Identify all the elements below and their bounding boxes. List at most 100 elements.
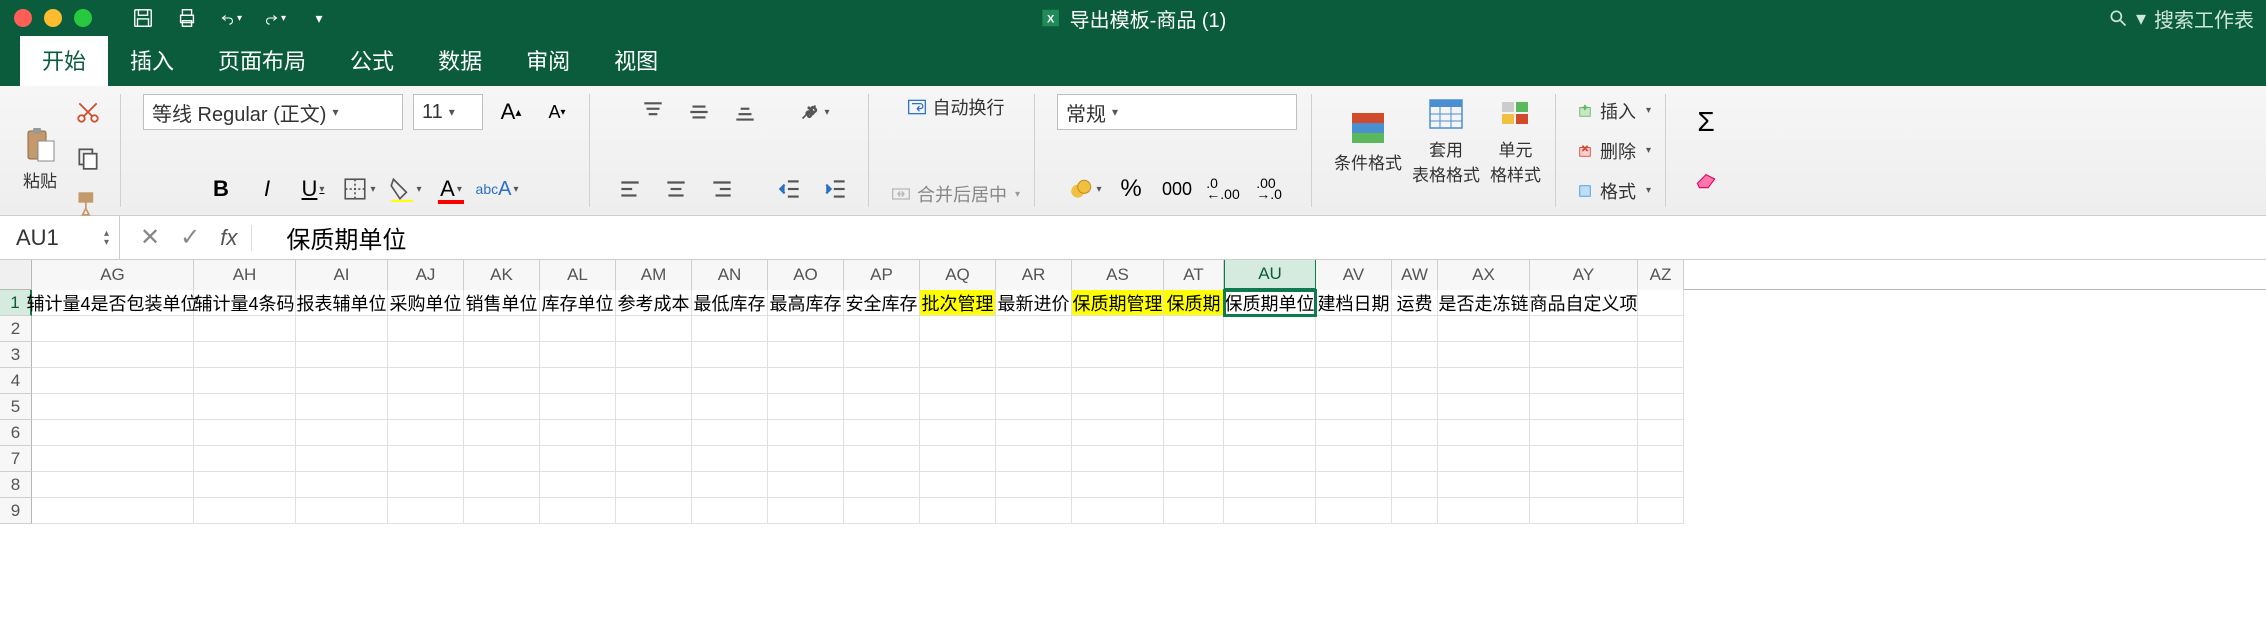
cell-AY5[interactable] bbox=[1530, 394, 1638, 420]
cell-AY6[interactable] bbox=[1530, 420, 1638, 446]
row-header-4[interactable]: 4 bbox=[0, 368, 32, 394]
column-header-AN[interactable]: AN bbox=[692, 260, 768, 290]
cell-AJ1[interactable]: 采购单位 bbox=[388, 290, 464, 316]
tab-开始[interactable]: 开始 bbox=[20, 34, 108, 86]
cell-AR1[interactable]: 最新进价 bbox=[996, 290, 1072, 316]
cell-AG3[interactable] bbox=[32, 342, 194, 368]
column-header-AU[interactable]: AU bbox=[1224, 260, 1316, 290]
align-center-icon[interactable] bbox=[658, 171, 694, 207]
column-header-AO[interactable]: AO bbox=[768, 260, 844, 290]
cell-AJ2[interactable] bbox=[388, 316, 464, 342]
clear-icon[interactable] bbox=[1688, 161, 1724, 197]
cell-AQ5[interactable] bbox=[920, 394, 996, 420]
cell-AV4[interactable] bbox=[1316, 368, 1392, 394]
percent-icon[interactable]: % bbox=[1113, 171, 1149, 207]
cell-AO6[interactable] bbox=[768, 420, 844, 446]
cell-AM1[interactable]: 参考成本 bbox=[616, 290, 692, 316]
cell-AY9[interactable] bbox=[1530, 498, 1638, 524]
cell-AS3[interactable] bbox=[1072, 342, 1164, 368]
cell-AZ3[interactable] bbox=[1638, 342, 1684, 368]
cell-AI7[interactable] bbox=[296, 446, 388, 472]
cell-AS6[interactable] bbox=[1072, 420, 1164, 446]
delete-cells-button[interactable]: 删除▾ bbox=[1578, 138, 1651, 164]
font-size-combo[interactable]: 11▾ bbox=[413, 94, 483, 130]
cut-icon[interactable] bbox=[70, 94, 106, 130]
column-header-AP[interactable]: AP bbox=[844, 260, 920, 290]
cell-AS1[interactable]: 保质期管理 bbox=[1072, 290, 1164, 316]
cell-AQ7[interactable] bbox=[920, 446, 996, 472]
cell-AS9[interactable] bbox=[1072, 498, 1164, 524]
comma-icon[interactable]: 000 bbox=[1159, 171, 1195, 207]
cell-AM9[interactable] bbox=[616, 498, 692, 524]
copy-icon[interactable] bbox=[70, 140, 106, 176]
cell-AQ8[interactable] bbox=[920, 472, 996, 498]
cell-AU2[interactable] bbox=[1224, 316, 1316, 342]
print-icon[interactable] bbox=[176, 7, 198, 29]
cell-AT9[interactable] bbox=[1164, 498, 1224, 524]
cell-AX4[interactable] bbox=[1438, 368, 1530, 394]
cell-AH6[interactable] bbox=[194, 420, 296, 446]
insert-cells-button[interactable]: 插入▾ bbox=[1578, 98, 1651, 124]
cell-AN9[interactable] bbox=[692, 498, 768, 524]
decrease-font-icon[interactable]: A▾ bbox=[539, 94, 575, 130]
cell-AL5[interactable] bbox=[540, 394, 616, 420]
row-header-9[interactable]: 9 bbox=[0, 498, 32, 524]
cell-AY4[interactable] bbox=[1530, 368, 1638, 394]
increase-indent-icon[interactable] bbox=[818, 171, 854, 207]
cell-AX7[interactable] bbox=[1438, 446, 1530, 472]
column-header-AT[interactable]: AT bbox=[1164, 260, 1224, 290]
cell-AH3[interactable] bbox=[194, 342, 296, 368]
cell-AQ1[interactable]: 批次管理 bbox=[920, 290, 996, 316]
cell-AN5[interactable] bbox=[692, 394, 768, 420]
cell-AV8[interactable] bbox=[1316, 472, 1392, 498]
cell-AL6[interactable] bbox=[540, 420, 616, 446]
tab-插入[interactable]: 插入 bbox=[108, 34, 196, 86]
cell-AT4[interactable] bbox=[1164, 368, 1224, 394]
cell-AL2[interactable] bbox=[540, 316, 616, 342]
cell-AV2[interactable] bbox=[1316, 316, 1392, 342]
cell-AK7[interactable] bbox=[464, 446, 540, 472]
format-cells-button[interactable]: 格式▾ bbox=[1578, 178, 1651, 204]
cell-AS5[interactable] bbox=[1072, 394, 1164, 420]
tab-审阅[interactable]: 审阅 bbox=[504, 34, 592, 86]
cell-AX5[interactable] bbox=[1438, 394, 1530, 420]
cell-AM6[interactable] bbox=[616, 420, 692, 446]
underline-button[interactable]: U▾ bbox=[295, 171, 331, 207]
cell-AG2[interactable] bbox=[32, 316, 194, 342]
cell-AI4[interactable] bbox=[296, 368, 388, 394]
fx-icon[interactable]: fx bbox=[220, 225, 252, 251]
tab-公式[interactable]: 公式 bbox=[328, 34, 416, 86]
cell-AX1[interactable]: 是否走冻链 bbox=[1438, 290, 1530, 316]
cell-AN1[interactable]: 最低库存 bbox=[692, 290, 768, 316]
column-header-AV[interactable]: AV bbox=[1316, 260, 1392, 290]
cell-AQ6[interactable] bbox=[920, 420, 996, 446]
cell-AW3[interactable] bbox=[1392, 342, 1438, 368]
phonetic-button[interactable]: abcA▾ bbox=[479, 171, 515, 207]
italic-button[interactable]: I bbox=[249, 171, 285, 207]
cell-AV3[interactable] bbox=[1316, 342, 1392, 368]
cell-AT6[interactable] bbox=[1164, 420, 1224, 446]
increase-decimal-icon[interactable]: .0←.00 bbox=[1205, 171, 1241, 207]
cell-AM2[interactable] bbox=[616, 316, 692, 342]
cell-AR7[interactable] bbox=[996, 446, 1072, 472]
cell-AI8[interactable] bbox=[296, 472, 388, 498]
cell-AZ5[interactable] bbox=[1638, 394, 1684, 420]
cell-AO4[interactable] bbox=[768, 368, 844, 394]
cell-AX3[interactable] bbox=[1438, 342, 1530, 368]
align-left-icon[interactable] bbox=[612, 171, 648, 207]
conditional-format-button[interactable]: 条件格式 bbox=[1334, 107, 1402, 174]
align-right-icon[interactable] bbox=[704, 171, 740, 207]
font-color-button[interactable]: A▾ bbox=[433, 171, 469, 207]
column-header-AJ[interactable]: AJ bbox=[388, 260, 464, 290]
name-box[interactable]: AU1▴▾ bbox=[0, 216, 120, 259]
cell-AR5[interactable] bbox=[996, 394, 1072, 420]
cell-AS4[interactable] bbox=[1072, 368, 1164, 394]
cell-AK6[interactable] bbox=[464, 420, 540, 446]
cell-AJ4[interactable] bbox=[388, 368, 464, 394]
cell-AM4[interactable] bbox=[616, 368, 692, 394]
column-header-AR[interactable]: AR bbox=[996, 260, 1072, 290]
customize-qat-icon[interactable]: ▾ bbox=[308, 7, 330, 29]
cell-AZ8[interactable] bbox=[1638, 472, 1684, 498]
cell-AL4[interactable] bbox=[540, 368, 616, 394]
cell-AK1[interactable]: 销售单位 bbox=[464, 290, 540, 316]
